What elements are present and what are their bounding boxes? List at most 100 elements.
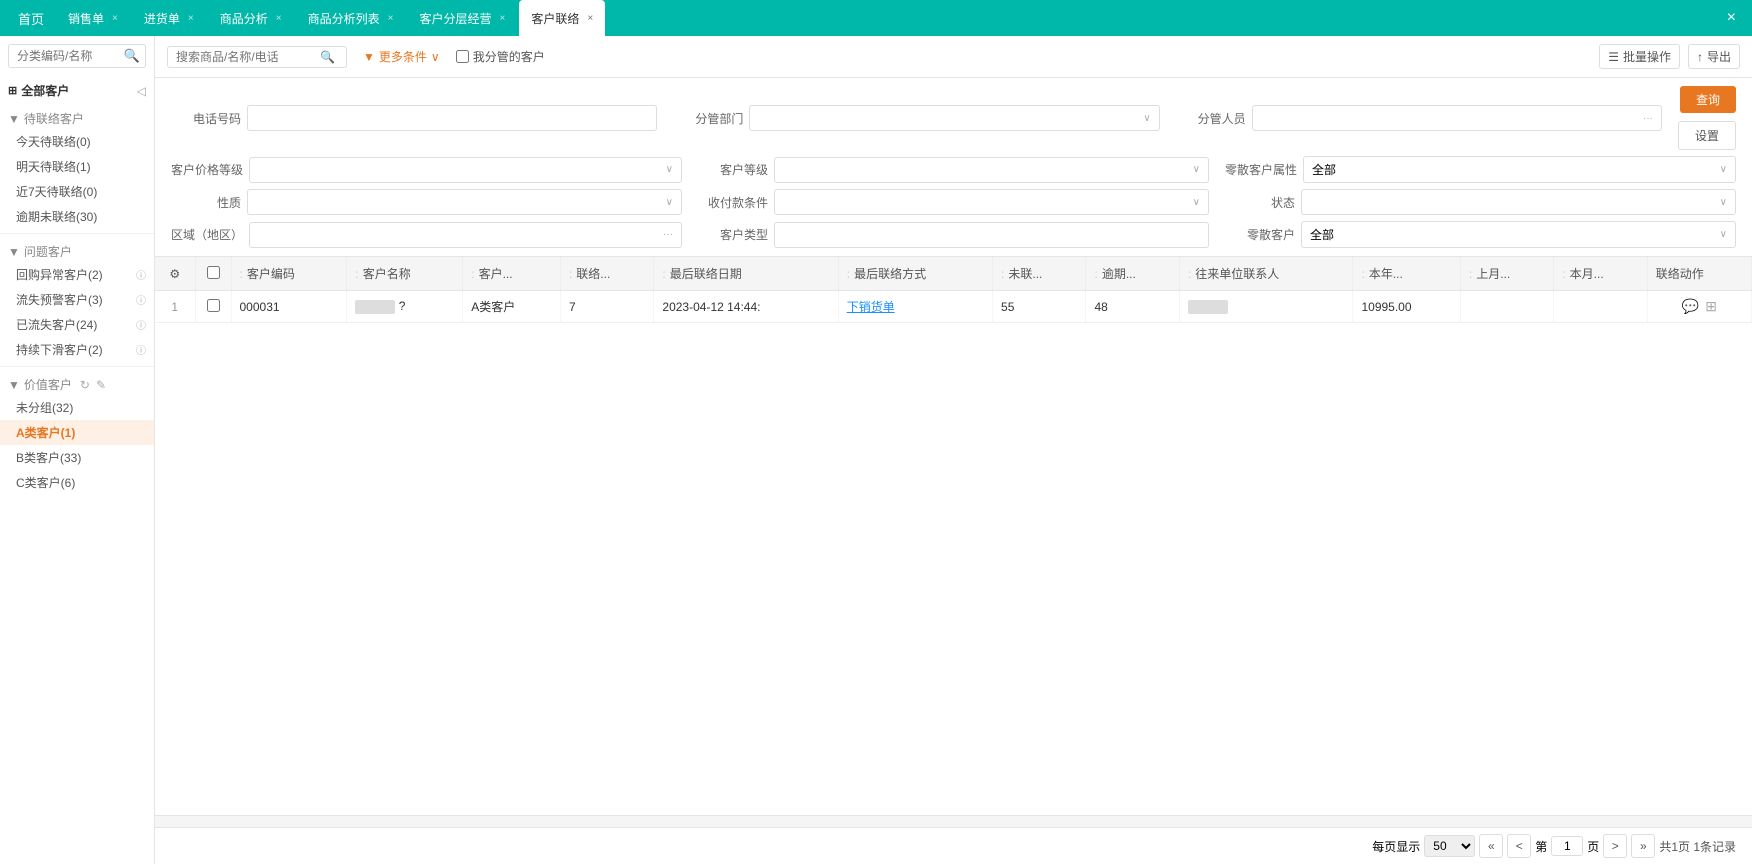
page-input[interactable] [1551,836,1583,856]
row-checkbox[interactable] [207,299,220,312]
triangle-icon-2: ▼ [8,245,20,259]
col-last-contact-method: :最后联络方式 [838,257,992,291]
col-this-month: :本月... [1554,257,1647,291]
person-input[interactable]: ··· [1252,105,1662,131]
horizontal-scrollbar[interactable] [155,815,1752,827]
row-uncontacted: 55 [993,291,1086,323]
close-all-tabs[interactable]: × [1719,9,1744,27]
sidebar-item-b-class[interactable]: B类客户(33) [0,445,154,470]
retail-attr-input[interactable]: 全部 ∨ [1303,156,1736,183]
col-select-all[interactable] [195,257,231,291]
batch-operation-btn[interactable]: ☰ 批量操作 [1599,44,1680,69]
more-criteria-btn[interactable]: ▼ 更多条件 ∨ [355,45,448,68]
contact-person-redacted [1188,300,1228,314]
tab-purchase[interactable]: 进货单 × [132,0,206,36]
sidebar-item-warning[interactable]: 流失预警客户(3) ⓘ [0,287,154,312]
export-btn[interactable]: ↑ 导出 [1688,44,1740,69]
all-customers-header[interactable]: ⊞ 全部客户 ◁ [0,76,154,105]
page-suffix: 页 [1587,838,1599,855]
filter-payment: 收付款条件 ∨ [698,189,1209,215]
close-product-analysis-tab[interactable]: × [276,13,282,24]
filter-search-input[interactable] [176,50,316,64]
close-purchase-tab[interactable]: × [188,13,194,24]
triangle-icon: ▼ [8,112,20,126]
sidebar-item-ungroup[interactable]: 未分组(32) [0,395,154,420]
top-nav: 首页 销售单 × 进货单 × 商品分析 × 商品分析列表 × 客户分层经营 × … [0,0,1752,36]
tab-product-analysis-list[interactable]: 商品分析列表 × [296,0,406,36]
info-icon-4: ⓘ [136,342,146,357]
price-level-chevron: ∨ [666,164,673,175]
filter-icon: ▼ [363,50,375,64]
edit-icon[interactable]: ✎ [96,378,106,392]
query-btn[interactable]: 查询 [1680,86,1736,113]
customer-type-input[interactable] [774,222,1209,248]
home-tab[interactable]: 首页 [8,9,54,28]
sidebar-item-a-class[interactable]: A类客户(1) [0,420,154,445]
col-settings[interactable]: ⚙ [155,257,195,291]
department-chevron: ∨ [1143,113,1150,124]
tab-product-analysis[interactable]: 商品分析 × [208,0,294,36]
department-input[interactable]: ∨ [749,105,1159,131]
page-size-label: 每页显示 [1372,838,1420,855]
sidebar-item-tomorrow[interactable]: 明天待联络(1) [0,154,154,179]
select-all-checkbox[interactable] [207,266,220,279]
row-this-year: 10995.00 [1353,291,1460,323]
close-customer-contact-tab[interactable]: × [587,13,593,24]
sidebar-item-overdue[interactable]: 逾期未联络(30) [0,204,154,229]
sidebar-item-7days[interactable]: 近7天待联络(0) [0,179,154,204]
retail-customer-input[interactable]: 全部 ∨ [1301,221,1736,248]
close-customer-tier-tab[interactable]: × [499,13,505,24]
close-sales-tab[interactable]: × [112,13,118,24]
batch-icon: ☰ [1608,50,1619,64]
customer-level-input[interactable]: ∨ [774,157,1209,183]
settings-btn[interactable]: 设置 [1678,121,1736,150]
filter-status: 状态 ∨ [1225,189,1736,215]
sidebar-item-abnormal[interactable]: 回购异常客户(2) ⓘ [0,262,154,287]
sidebar-item-today[interactable]: 今天待联络(0) [0,129,154,154]
chat-icon[interactable]: 💬 [1682,298,1699,315]
col-action: 联络动作 [1647,257,1751,291]
sidebar-item-c-class[interactable]: C类客户(6) [0,470,154,495]
chevron-down-icon: ∨ [431,50,440,64]
nature-input[interactable]: ∨ [247,189,682,215]
col-name: :客户名称 [347,257,463,291]
close-product-analysis-list-tab[interactable]: × [388,13,394,24]
filter-right-actions: ☰ 批量操作 ↑ 导出 [1599,44,1740,69]
content-area: 🔍 ▼ 更多条件 ∨ 我分管的客户 ☰ 批量操作 ↑ 导出 [155,36,1752,864]
region-input[interactable]: ··· [249,222,682,248]
sidebar-group-waiting: ▼ 待联络客户 [0,105,154,129]
sidebar-item-lost[interactable]: 已流失客户(24) ⓘ [0,312,154,337]
filter-search-icon: 🔍 [320,50,335,64]
filter-bar: 🔍 ▼ 更多条件 ∨ 我分管的客户 ☰ 批量操作 ↑ 导出 [155,36,1752,78]
row-this-month [1554,291,1647,323]
pagination: 每页显示 50 100 200 « < 第 页 > » 共1页 1条记录 [1372,834,1736,858]
payment-input[interactable]: ∨ [774,189,1209,215]
tab-customer-tier[interactable]: 客户分层经营 × [407,0,517,36]
contact-method-link[interactable]: 下销货单 [847,300,895,314]
table-row: 1 000031 ? A类客户 7 2023-04-12 14:44: 下销货单 [155,291,1752,323]
last-page-btn[interactable]: » [1631,834,1655,858]
page-size-select[interactable]: 50 100 200 [1424,835,1475,857]
my-customers-check[interactable] [456,50,469,63]
refresh-icon[interactable]: ↻ [80,378,90,392]
filter-search-box[interactable]: 🔍 [167,46,347,68]
first-page-btn[interactable]: « [1479,834,1503,858]
sidebar-collapse-btn[interactable]: ◁ [137,84,146,98]
info-icon-3: ⓘ [136,317,146,332]
tab-sales[interactable]: 销售单 × [56,0,130,36]
col-overdue: :逾期... [1086,257,1179,291]
table-header-row: ⚙ :客户编码 :客户名称 :客户... :联络... :最后联络日期 :最后联… [155,257,1752,291]
my-customers-checkbox[interactable]: 我分管的客户 [456,48,545,65]
next-page-btn[interactable]: > [1603,834,1627,858]
tab-customer-contact[interactable]: 客户联络 × [519,0,605,36]
phone-label: 电话号码 [171,110,241,127]
query-buttons: 查询 设置 [1678,86,1736,150]
phone-input[interactable] [247,105,657,131]
link-icon[interactable]: ⊞ [1705,298,1717,315]
filter-person: 分管人员 ··· [1176,105,1662,131]
sidebar-item-declining[interactable]: 持续下滑客户(2) ⓘ [0,337,154,362]
price-level-input[interactable]: ∨ [249,157,682,183]
prev-page-btn[interactable]: < [1507,834,1531,858]
filter-row-4: 区域（地区） ··· 客户类型 零散客户 全部 ∨ [171,221,1736,248]
status-input[interactable]: ∨ [1301,189,1736,215]
